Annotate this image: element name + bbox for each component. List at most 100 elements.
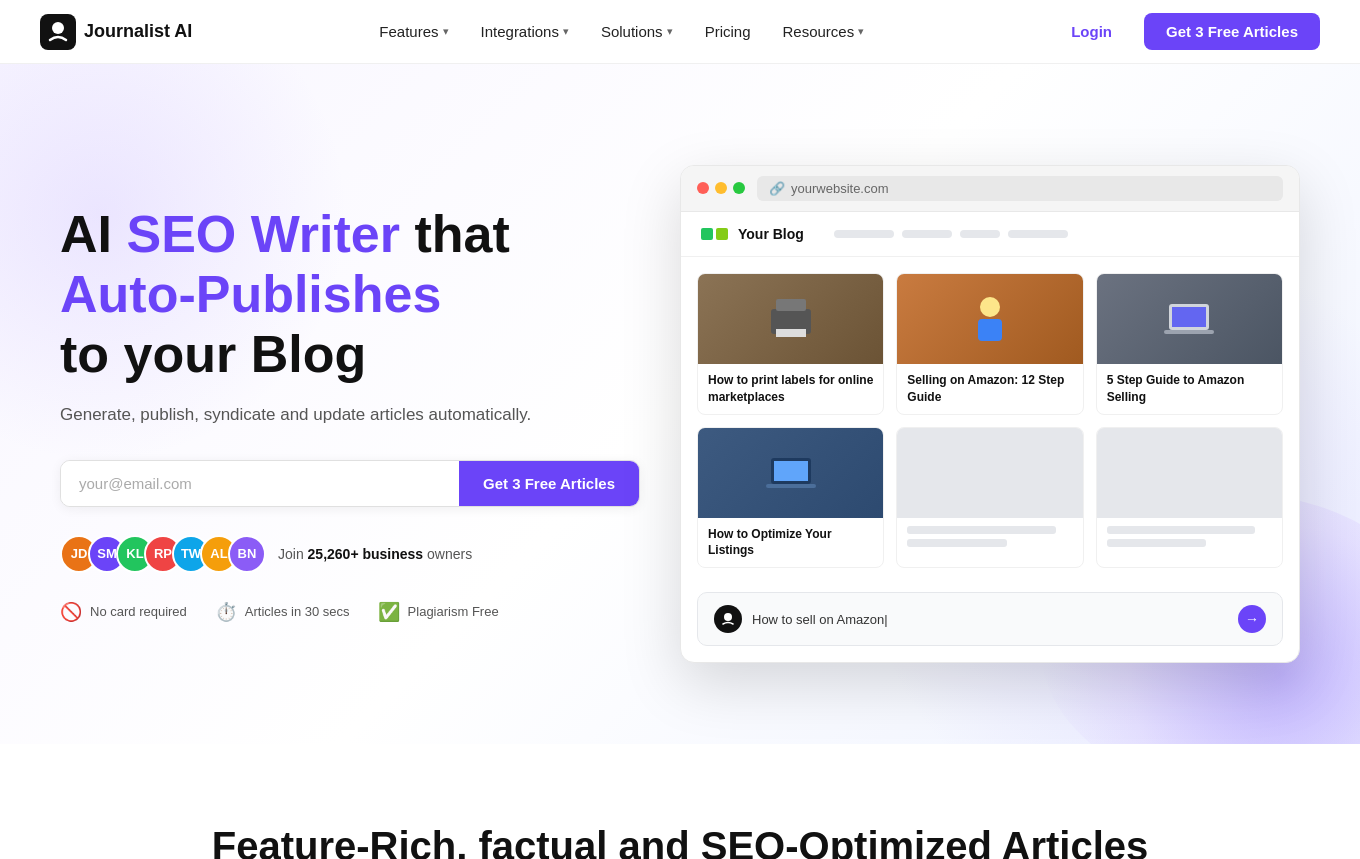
svg-rect-11: [774, 461, 808, 481]
chevron-down-icon: ▾: [667, 25, 673, 38]
badge-no-card-label: No card required: [90, 604, 187, 619]
chat-avatar-icon: [714, 605, 742, 633]
article-img-3: [1097, 274, 1282, 364]
articles-grid: How to print labels for online marketpla…: [681, 257, 1299, 584]
article-img-1: [698, 274, 883, 364]
nav-pricing[interactable]: Pricing: [691, 15, 765, 48]
feature-section: Feature-Rich, factual and SEO-Optimized …: [0, 744, 1360, 859]
svg-rect-4: [776, 329, 806, 337]
article-img-4: [698, 428, 883, 518]
chevron-down-icon: ▾: [443, 25, 449, 38]
hero-heading: AI SEO Writer that Auto-Publishes to you…: [60, 205, 640, 384]
check-icon: ✅: [378, 601, 400, 623]
svg-point-5: [980, 297, 1000, 317]
article-card-1: How to print labels for online marketpla…: [697, 273, 884, 415]
article-card-4: How to Optimize Your Listings: [697, 427, 884, 569]
article-img-2: [897, 274, 1082, 364]
nav-pill-4: [1008, 230, 1068, 238]
article-caption-2: Selling on Amazon: 12 Step Guide: [897, 364, 1082, 414]
social-proof: JDSMKLRPTWALBN Join 25,260+ business own…: [60, 535, 640, 573]
form-cta-button[interactable]: Get 3 Free Articles: [459, 461, 639, 506]
browser-mockup: 🔗 yourwebsite.com Your Blog: [680, 165, 1300, 663]
svg-point-13: [724, 613, 732, 621]
placeholder-line: [1107, 526, 1256, 534]
svg-rect-12: [766, 484, 816, 488]
article-caption-3: 5 Step Guide to Amazon Selling: [1097, 364, 1282, 414]
blog-logo: [701, 228, 728, 240]
nav-pill-1: [834, 230, 894, 238]
logo-sq-lime: [716, 228, 728, 240]
article-card-6: [1096, 427, 1283, 569]
placeholder-line: [907, 539, 1006, 547]
printer-illustration: [761, 289, 821, 349]
laptop-illustration: [1159, 289, 1219, 349]
logo-icon: [40, 14, 76, 50]
blog-nav: [834, 230, 1068, 238]
badge-plagiarism-label: Plagiarism Free: [408, 604, 499, 619]
login-button[interactable]: Login: [1051, 14, 1132, 49]
no-card-icon: 🚫: [60, 601, 82, 623]
nav-solutions[interactable]: Solutions ▾: [587, 15, 687, 48]
avatar-group: JDSMKLRPTWALBN: [60, 535, 266, 573]
badge-articles-speed: ⏱️ Articles in 30 secs: [215, 601, 350, 623]
placeholder-line: [1107, 539, 1206, 547]
article-caption-4: How to Optimize Your Listings: [698, 518, 883, 568]
badge-articles-speed-label: Articles in 30 secs: [245, 604, 350, 619]
clock-icon: ⏱️: [215, 601, 237, 623]
svg-point-1: [52, 22, 64, 34]
link-icon: 🔗: [769, 181, 785, 196]
chevron-down-icon: ▾: [563, 25, 569, 38]
email-input[interactable]: [61, 461, 459, 506]
article-card-2: Selling on Amazon: 12 Step Guide: [896, 273, 1083, 415]
svg-rect-6: [978, 319, 1002, 341]
nav-resources[interactable]: Resources ▾: [768, 15, 878, 48]
nav-links: Features ▾ Integrations ▾ Solutions ▾ Pr…: [365, 15, 878, 48]
article-card-5: [896, 427, 1083, 569]
dot-yellow: [715, 182, 727, 194]
nav-integrations[interactable]: Integrations ▾: [467, 15, 583, 48]
svg-rect-8: [1172, 307, 1206, 327]
blog-header: Your Blog: [681, 212, 1299, 257]
article-caption-placeholder-6: [1097, 518, 1282, 560]
hero-subheading: Generate, publish, syndicate and update …: [60, 401, 640, 428]
badge-plagiarism: ✅ Plagiarism Free: [378, 601, 499, 623]
hero-right: 🔗 yourwebsite.com Your Blog: [680, 165, 1300, 663]
nav-pill-2: [902, 230, 952, 238]
article-img-placeholder-6: [1097, 428, 1282, 518]
robot-icon: [720, 611, 736, 627]
email-form: Get 3 Free Articles: [60, 460, 640, 507]
browser-bar: 🔗 yourwebsite.com: [681, 166, 1299, 212]
feature-heading: Feature-Rich, factual and SEO-Optimized …: [60, 824, 1300, 859]
nav-pill-3: [960, 230, 1000, 238]
trust-badges: 🚫 No card required ⏱️ Articles in 30 sec…: [60, 601, 640, 623]
article-caption-1: How to print labels for online marketpla…: [698, 364, 883, 414]
article-img-placeholder-5: [897, 428, 1082, 518]
logo-text: Journalist AI: [84, 21, 192, 42]
logo-sq-green: [701, 228, 713, 240]
chevron-down-icon: ▾: [858, 25, 864, 38]
placeholder-line: [907, 526, 1056, 534]
article-caption-placeholder-5: [897, 518, 1082, 560]
hero-section: AI SEO Writer that Auto-Publishes to you…: [0, 64, 1360, 744]
logo-link[interactable]: Journalist AI: [40, 14, 192, 50]
nav-features[interactable]: Features ▾: [365, 15, 462, 48]
browser-dots: [697, 182, 745, 194]
chat-bar: How to sell on Amazon| →: [697, 592, 1283, 646]
chat-send-button[interactable]: →: [1238, 605, 1266, 633]
dot-red: [697, 182, 709, 194]
blog-title: Your Blog: [738, 226, 804, 242]
hero-left: AI SEO Writer that Auto-Publishes to you…: [60, 205, 640, 623]
article-card-3: 5 Step Guide to Amazon Selling: [1096, 273, 1283, 415]
svg-rect-3: [776, 299, 806, 311]
nav-actions: Login Get 3 Free Articles: [1051, 13, 1320, 50]
navigation: Journalist AI Features ▾ Integrations ▾ …: [0, 0, 1360, 64]
laptop2-illustration: [761, 443, 821, 503]
person-illustration: [960, 289, 1020, 349]
social-proof-text: Join 25,260+ business owners: [278, 546, 472, 562]
nav-cta-button[interactable]: Get 3 Free Articles: [1144, 13, 1320, 50]
badge-no-card: 🚫 No card required: [60, 601, 187, 623]
browser-url-bar[interactable]: 🔗 yourwebsite.com: [757, 176, 1283, 201]
svg-rect-9: [1164, 330, 1214, 334]
chat-input[interactable]: How to sell on Amazon|: [752, 612, 1228, 627]
avatar: BN: [228, 535, 266, 573]
